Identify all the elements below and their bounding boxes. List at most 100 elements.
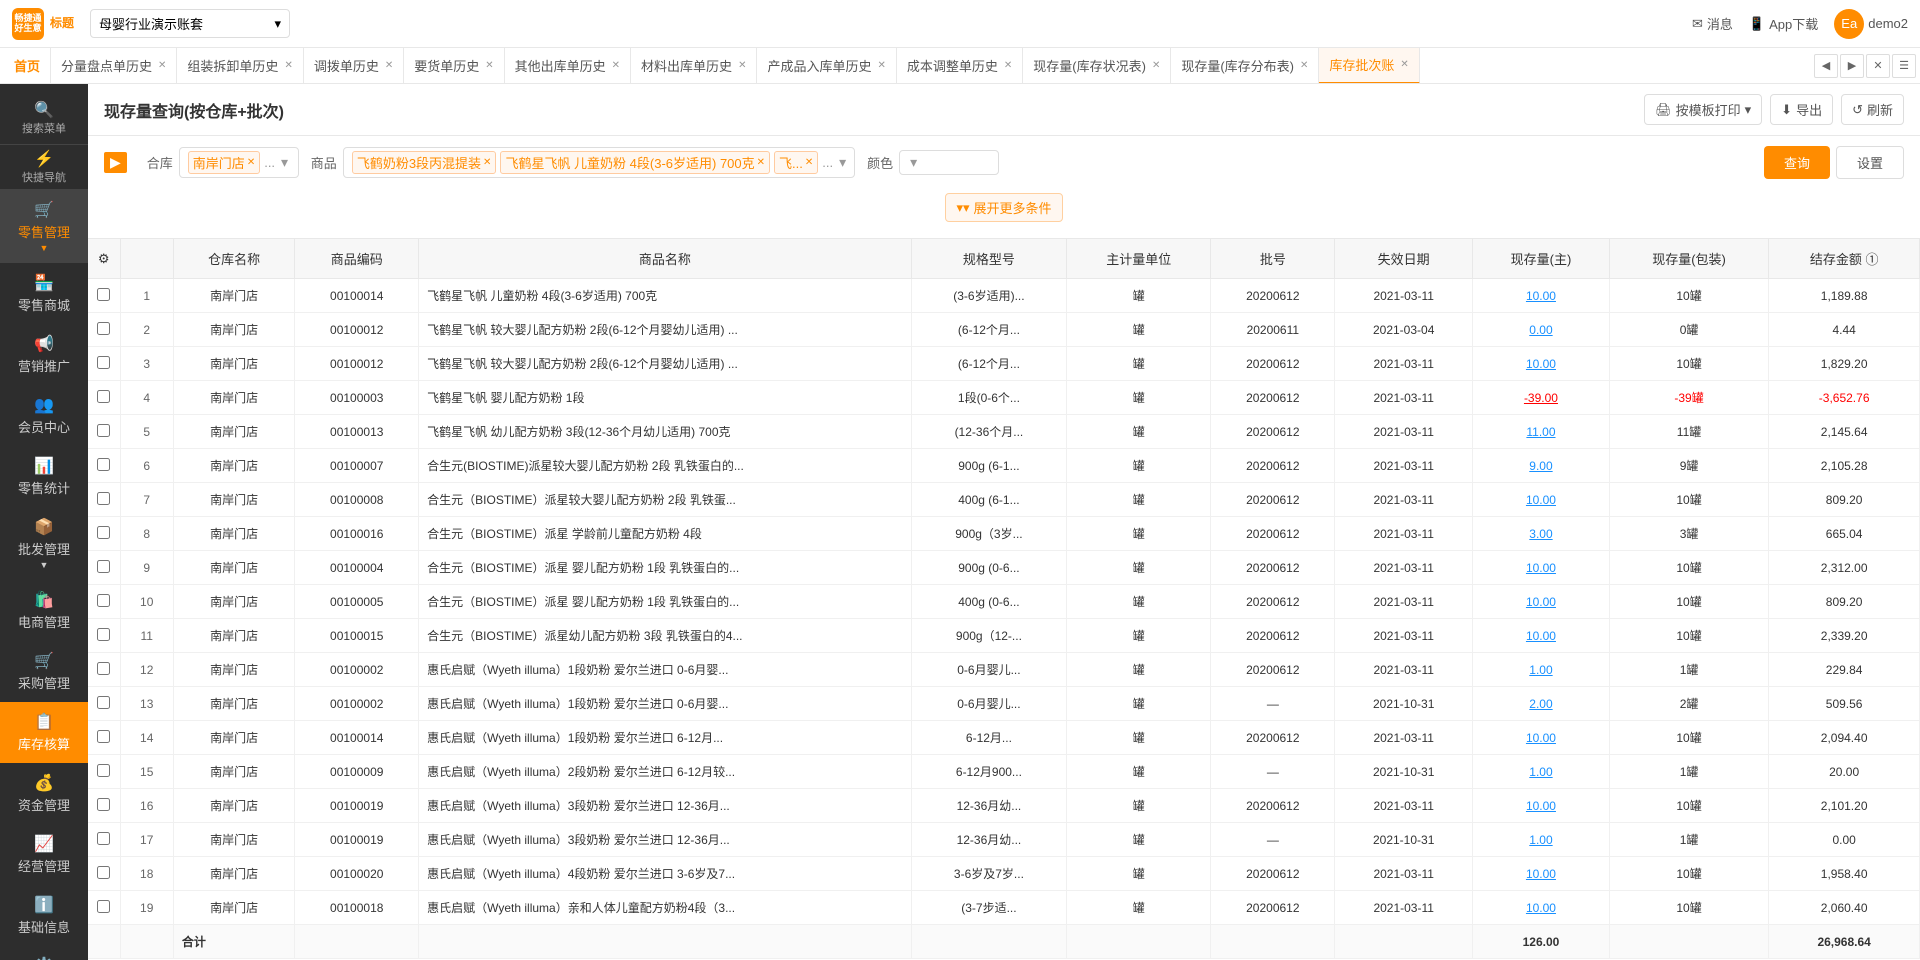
tag-close-icon[interactable]: ✕ <box>247 157 255 168</box>
cell-checkbox[interactable] <box>88 347 120 381</box>
cell-qty-main[interactable]: 10.00 <box>1473 347 1610 381</box>
nav-selector[interactable]: 母婴行业演示账套 ▾ <box>90 9 290 38</box>
cell-qty-main[interactable]: 10.00 <box>1473 789 1610 823</box>
cell-qty-main[interactable]: 3.00 <box>1473 517 1610 551</box>
cell-checkbox[interactable] <box>88 415 120 449</box>
th-gear[interactable]: ⚙ <box>88 239 120 279</box>
tab-prev-btn[interactable]: ◀ <box>1814 54 1838 78</box>
cell-qty-main[interactable]: 10.00 <box>1473 619 1610 653</box>
tab-close-icon[interactable]: ✕ <box>284 60 292 71</box>
cell-qty-main[interactable]: 10.00 <box>1473 551 1610 585</box>
tab-11[interactable]: 库存批次账✕ <box>1319 48 1419 84</box>
tab-next-btn[interactable]: ▶ <box>1840 54 1864 78</box>
cell-checkbox[interactable] <box>88 483 120 517</box>
user-avatar-btn[interactable]: Ea demo2 <box>1834 9 1908 39</box>
cell-qty-main[interactable]: 0.00 <box>1473 313 1610 347</box>
tab-2[interactable]: 组装拆卸单历史✕ <box>177 48 303 84</box>
sidebar-item-wholesale[interactable]: 📦 批发管理 ▼ <box>0 507 88 580</box>
sidebar-item-ecommerce[interactable]: 🛍️ 电商管理 <box>0 580 88 641</box>
warehouse-dropdown-icon[interactable]: ▾ <box>281 154 288 171</box>
settings-btn[interactable]: 设置 <box>1836 146 1904 179</box>
tab-close-all-btn[interactable]: ✕ <box>1866 54 1890 78</box>
cell-checkbox[interactable] <box>88 313 120 347</box>
cell-qty-main[interactable]: 2.00 <box>1473 687 1610 721</box>
cell-checkbox[interactable] <box>88 585 120 619</box>
tab-menu-btn[interactable]: ☰ <box>1892 54 1916 78</box>
tab-5[interactable]: 其他出库单历史✕ <box>505 48 631 84</box>
cell-checkbox[interactable] <box>88 789 120 823</box>
export-btn[interactable]: ⬇ 导出 <box>1770 94 1833 125</box>
tab-close-icon[interactable]: ✕ <box>1300 60 1308 71</box>
query-btn[interactable]: 查询 <box>1764 146 1830 179</box>
cell-qty-main[interactable]: 10.00 <box>1473 721 1610 755</box>
cell-qty-main[interactable]: 10.00 <box>1473 483 1610 517</box>
expand-more-btn[interactable]: ▾▾ 展开更多条件 <box>945 193 1062 222</box>
cell-qty-main[interactable]: 10.00 <box>1473 891 1610 925</box>
product-tag-box[interactable]: 飞鹤奶粉3段丙混提装 ✕ 飞鹤星飞帆 儿童奶粉 4段(3-6岁适用) 700克 … <box>343 147 855 178</box>
sidebar-quick-nav[interactable]: ⚡ 快捷导航 <box>0 145 88 190</box>
refresh-btn[interactable]: ↺ 刷新 <box>1841 94 1904 125</box>
sidebar-item-retail-mgmt[interactable]: 🛒 零售管理 ▼ <box>0 190 88 263</box>
tab-1[interactable]: 分量盘点单历史✕ <box>51 48 177 84</box>
cell-qty-main[interactable]: 10.00 <box>1473 585 1610 619</box>
tab-close-icon[interactable]: ✕ <box>612 60 620 71</box>
template-print-btn[interactable]: 🖨 按模板打印 ▾ <box>1644 94 1762 125</box>
tab-8[interactable]: 成本调整单历史✕ <box>897 48 1023 84</box>
warehouse-tag-box[interactable]: 南岸门店 ✕ ... ▾ <box>179 147 299 178</box>
cell-checkbox[interactable] <box>88 755 120 789</box>
cell-checkbox[interactable] <box>88 517 120 551</box>
color-dropdown-icon[interactable]: ▾ <box>910 154 917 171</box>
tab-7[interactable]: 产成品入库单历史✕ <box>757 48 896 84</box>
tab-3[interactable]: 调拨单历史✕ <box>304 48 404 84</box>
sidebar-item-system[interactable]: ⚙️ 系统管理 <box>0 946 88 960</box>
app-download-btn[interactable]: 📱 App下载 <box>1749 14 1818 33</box>
cell-qty-main[interactable]: 10.00 <box>1473 279 1610 313</box>
cell-checkbox[interactable] <box>88 721 120 755</box>
cell-checkbox[interactable] <box>88 823 120 857</box>
sidebar-item-business[interactable]: 📈 经营管理 <box>0 824 88 885</box>
cell-qty-main[interactable]: 1.00 <box>1473 653 1610 687</box>
tab-10[interactable]: 现存量(库存分布表)✕ <box>1171 48 1319 84</box>
cell-checkbox[interactable] <box>88 381 120 415</box>
cell-checkbox[interactable] <box>88 449 120 483</box>
expand-arrow-btn[interactable]: ▶ <box>104 152 127 173</box>
tab-close-icon[interactable]: ✕ <box>1004 60 1012 71</box>
cell-qty-main[interactable]: 9.00 <box>1473 449 1610 483</box>
cell-qty-main[interactable]: 1.00 <box>1473 755 1610 789</box>
tag-close-icon[interactable]: ✕ <box>757 157 765 168</box>
sidebar-item-marketing[interactable]: 📢 营销推广 <box>0 324 88 385</box>
cell-checkbox[interactable] <box>88 551 120 585</box>
cell-checkbox[interactable] <box>88 279 120 313</box>
tab-close-icon[interactable]: ✕ <box>485 60 493 71</box>
sidebar-item-retail-stats[interactable]: 📊 零售统计 <box>0 446 88 507</box>
product-dropdown-icon[interactable]: ▾ <box>839 154 846 171</box>
sidebar-item-member[interactable]: 👥 会员中心 <box>0 385 88 446</box>
cell-qty-main[interactable]: 1.00 <box>1473 823 1610 857</box>
tab-close-icon[interactable]: ✕ <box>1400 59 1408 70</box>
tab-close-icon[interactable]: ✕ <box>1152 60 1160 71</box>
cell-qty-main[interactable]: 10.00 <box>1473 857 1610 891</box>
tab-close-icon[interactable]: ✕ <box>738 60 746 71</box>
tab-9[interactable]: 现存量(库存状况表)✕ <box>1023 48 1171 84</box>
cell-checkbox[interactable] <box>88 653 120 687</box>
sidebar-item-purchase[interactable]: 🛒 采购管理 <box>0 641 88 702</box>
sidebar-item-inventory[interactable]: 📋 库存核算 <box>0 702 88 763</box>
cell-qty-main[interactable]: -39.00 <box>1473 381 1610 415</box>
tab-close-icon[interactable]: ✕ <box>385 60 393 71</box>
tab-close-icon[interactable]: ✕ <box>158 60 166 71</box>
message-btn[interactable]: ✉ 消息 <box>1692 14 1733 33</box>
tab-4[interactable]: 要货单历史✕ <box>404 48 504 84</box>
sidebar-search[interactable]: 🔍 搜索菜单 <box>0 92 88 145</box>
tab-close-icon[interactable]: ✕ <box>877 60 885 71</box>
cell-checkbox[interactable] <box>88 687 120 721</box>
cell-qty-main[interactable]: 11.00 <box>1473 415 1610 449</box>
sidebar-item-finance[interactable]: 💰 资金管理 <box>0 763 88 824</box>
tab-6[interactable]: 材料出库单历史✕ <box>631 48 757 84</box>
tag-close-icon[interactable]: ✕ <box>805 157 813 168</box>
sidebar-item-retail-mall[interactable]: 🏪 零售商城 <box>0 263 88 324</box>
tag-close-icon[interactable]: ✕ <box>483 157 491 168</box>
sidebar-item-base-info[interactable]: ℹ️ 基础信息 <box>0 885 88 946</box>
tab-home[interactable]: 首页 <box>4 48 51 84</box>
color-tag-box[interactable]: ▾ <box>899 150 999 175</box>
cell-checkbox[interactable] <box>88 857 120 891</box>
